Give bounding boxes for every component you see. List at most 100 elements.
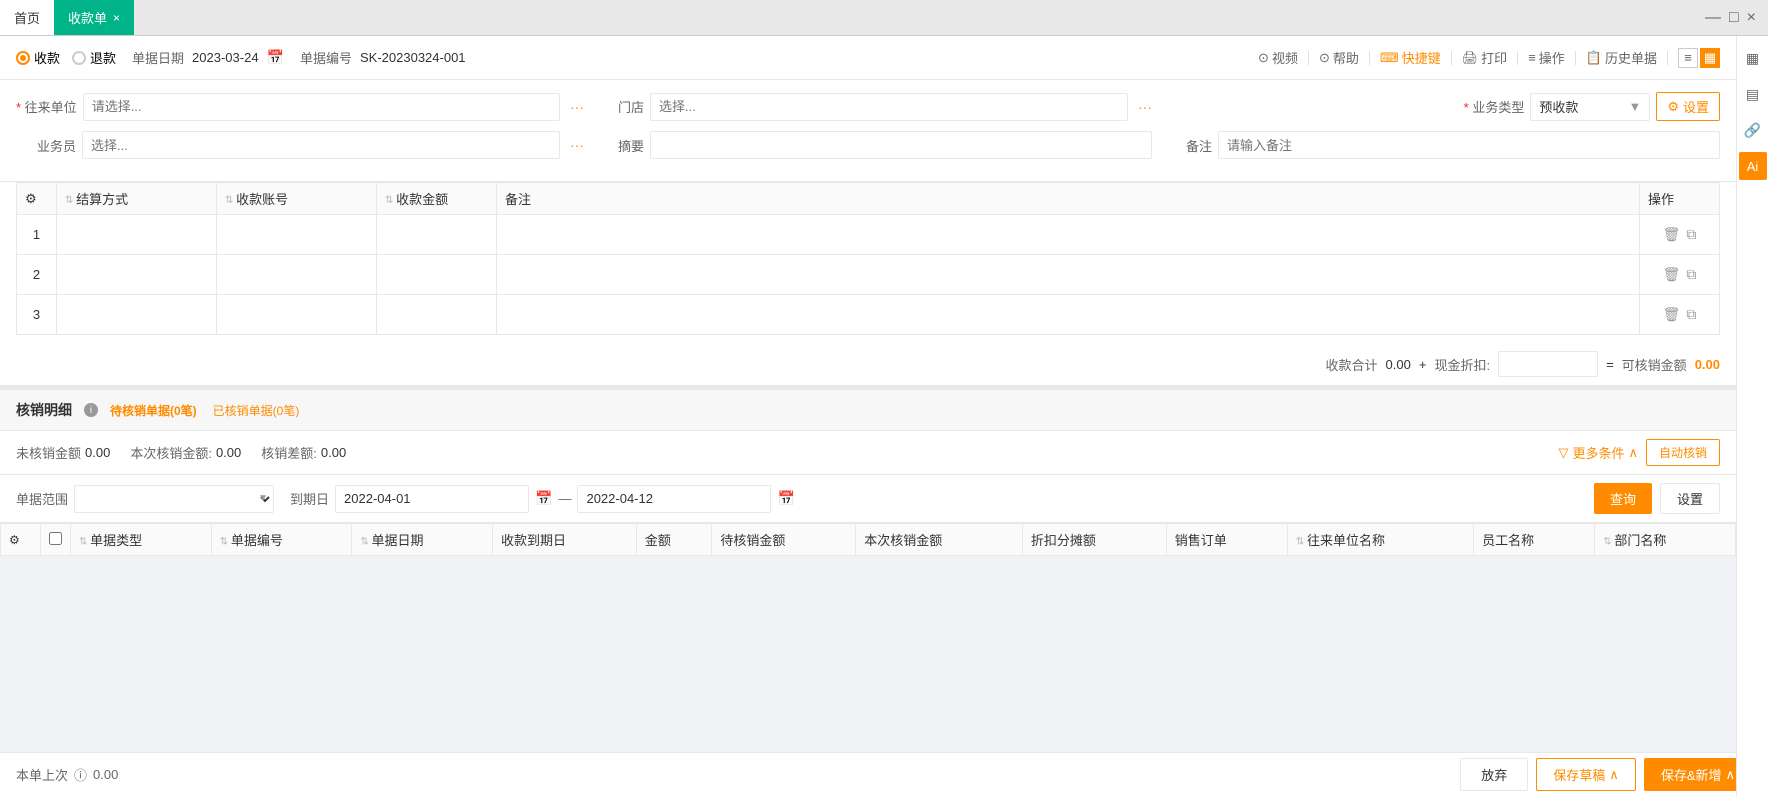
info-icon[interactable]: i xyxy=(84,403,98,417)
row-amount-2[interactable] xyxy=(377,255,497,295)
delete-row-1-icon[interactable]: 🗑 xyxy=(1663,226,1681,243)
table-row: 2 🗑 ⧉ xyxy=(17,255,1720,295)
query-button[interactable]: 查询 xyxy=(1594,483,1652,514)
delete-row-2-icon[interactable]: 🗑 xyxy=(1663,266,1681,283)
shortcut-btn[interactable]: ⌨ 快捷键 xyxy=(1380,48,1441,67)
row-remark-1[interactable] xyxy=(497,215,1640,255)
range-select[interactable] xyxy=(74,485,274,513)
th-remark-label: 备注 xyxy=(505,192,531,207)
view-list-btn[interactable]: ≡ xyxy=(1678,48,1698,68)
window-close-icon[interactable]: × xyxy=(1747,9,1756,27)
th-ops: 操作 xyxy=(1640,183,1720,215)
gear-icon: ⚙ xyxy=(1667,99,1679,115)
window-maximize-icon[interactable]: □ xyxy=(1729,9,1739,27)
row-remark-2[interactable] xyxy=(497,255,1640,295)
row-account-1[interactable] xyxy=(217,215,377,255)
more-conditions-btn[interactable]: ▽ 更多条件 ∧ xyxy=(1558,443,1638,462)
row-account-3[interactable] xyxy=(217,295,377,335)
tab-pending[interactable]: 待核销单据(0笔) xyxy=(110,402,197,419)
receipt-table: ⚙ ⇅ 结算方式 ⇅ 收款账号 ⇅ 收款金额 备注 xyxy=(16,182,1720,335)
row-settle-1[interactable] xyxy=(57,215,217,255)
row-account-2[interactable] xyxy=(217,255,377,295)
history-btn[interactable]: 📋 历史单据 xyxy=(1586,48,1657,67)
summary-input[interactable] xyxy=(650,131,1152,159)
th-settle-label: 结算方式 xyxy=(76,192,128,207)
radio-receipt[interactable]: 收款 xyxy=(16,48,60,67)
sidebar-table-icon[interactable]: ▦ xyxy=(1739,44,1767,72)
bth-gear[interactable]: ⚙ xyxy=(1,524,41,556)
tab-close-icon[interactable]: × xyxy=(113,11,120,25)
window-minimize-icon[interactable]: — xyxy=(1705,9,1721,27)
history-icon: 📋 xyxy=(1586,50,1602,66)
copy-row-1-icon[interactable]: ⧉ xyxy=(1686,226,1696,243)
uncancelled-value: 0.00 xyxy=(85,445,110,460)
tab-done[interactable]: 已核销单据(0笔) xyxy=(213,402,300,419)
calendar-icon[interactable]: 📅 xyxy=(267,49,284,66)
bth-staff: 员工名称 xyxy=(1474,524,1595,556)
sidebar-attach-icon[interactable]: 🔗 xyxy=(1739,116,1767,144)
divider-6 xyxy=(1667,51,1668,65)
available-label: 可核销金额 xyxy=(1622,355,1687,374)
bth-checkbox[interactable] xyxy=(41,524,71,556)
discount-input[interactable] xyxy=(1498,351,1598,377)
tab-receipt[interactable]: 收款单 × xyxy=(54,0,134,35)
help-btn[interactable]: ⊙ 帮助 xyxy=(1319,48,1359,67)
receipt-type-group: 收款 退款 xyxy=(16,48,116,67)
row-amount-1[interactable] xyxy=(377,215,497,255)
business-type-select[interactable]: 预收款 ▼ xyxy=(1530,93,1650,121)
divider-3 xyxy=(1451,51,1452,65)
row-ops-2: 🗑 ⧉ xyxy=(1640,255,1720,295)
section-title: 核销明细 xyxy=(16,400,72,420)
delete-row-3-icon[interactable]: 🗑 xyxy=(1663,306,1681,323)
calendar-end-icon[interactable]: 📅 xyxy=(777,490,794,507)
row-no-3: 3 xyxy=(17,295,57,335)
notes-field: 备注 xyxy=(1152,131,1720,159)
sidebar-chart-icon[interactable]: ▤ xyxy=(1739,80,1767,108)
auto-writeoff-btn[interactable]: 自动核销 xyxy=(1646,439,1720,466)
ops-btn[interactable]: ≡ 操作 xyxy=(1528,48,1565,67)
counterpart-input[interactable] xyxy=(83,93,560,121)
due-date-field: 到期日 📅 — 📅 xyxy=(290,485,795,513)
tab-home[interactable]: 首页 xyxy=(0,0,54,35)
store-more-icon[interactable]: ··· xyxy=(1138,99,1152,115)
row-remark-3[interactable] xyxy=(497,295,1640,335)
footer: 本单上次 ⓘ 0.00 放弃 保存草稿 ∧ 保存&新增 ∧ xyxy=(0,752,1768,796)
sort-icon: ⇅ xyxy=(65,195,76,206)
ops-label: 操作 xyxy=(1539,48,1565,67)
view-grid-btn[interactable]: ▦ xyxy=(1700,48,1720,68)
date-end-input[interactable] xyxy=(577,485,771,513)
save-draft-button[interactable]: 保存草稿 ∧ xyxy=(1536,758,1636,791)
copy-row-2-icon[interactable]: ⧉ xyxy=(1686,266,1696,283)
date-info: 单据日期 2023-03-24 📅 xyxy=(132,48,284,67)
main-form: 往来单位 ··· 门店 ··· 业务类型 预收款 ▼ ⚙ 设置 xyxy=(0,80,1736,182)
sidebar-ai-icon[interactable]: Ai xyxy=(1739,152,1767,180)
staff-input[interactable] xyxy=(82,131,560,159)
diff-stat: 核销差额: 0.00 xyxy=(261,443,346,462)
select-all-checkbox[interactable] xyxy=(49,532,62,545)
table-settings-button[interactable]: 设置 xyxy=(1660,483,1720,514)
plus-sign: + xyxy=(1419,357,1427,372)
calendar-start-icon[interactable]: 📅 xyxy=(535,490,552,507)
tab-bar: 首页 收款单 × — □ × xyxy=(0,0,1768,36)
discard-button[interactable]: 放弃 xyxy=(1460,758,1528,791)
video-btn[interactable]: ⊙ 视频 xyxy=(1258,48,1298,67)
diff-value: 0.00 xyxy=(321,445,346,460)
business-type-label: 业务类型 xyxy=(1464,97,1525,116)
settings-button[interactable]: ⚙ 设置 xyxy=(1656,92,1720,121)
date-start-input[interactable] xyxy=(335,485,529,513)
print-btn[interactable]: 🖨 打印 xyxy=(1462,48,1508,67)
store-input[interactable] xyxy=(650,93,1128,121)
row-settle-3[interactable] xyxy=(57,295,217,335)
bth-doc-type: ⇅ 单据类型 xyxy=(71,524,212,556)
copy-row-3-icon[interactable]: ⧉ xyxy=(1686,306,1696,323)
notes-input[interactable] xyxy=(1218,131,1720,159)
radio-refund[interactable]: 退款 xyxy=(72,48,116,67)
notes-label: 备注 xyxy=(1152,136,1212,155)
th-gear[interactable]: ⚙ xyxy=(17,183,57,215)
staff-more-icon[interactable]: ··· xyxy=(570,137,584,153)
row-settle-2[interactable] xyxy=(57,255,217,295)
counterpart-more-icon[interactable]: ··· xyxy=(570,99,584,115)
divider-4 xyxy=(1517,51,1518,65)
row-amount-3[interactable] xyxy=(377,295,497,335)
date-value: 2023-03-24 xyxy=(192,50,259,65)
